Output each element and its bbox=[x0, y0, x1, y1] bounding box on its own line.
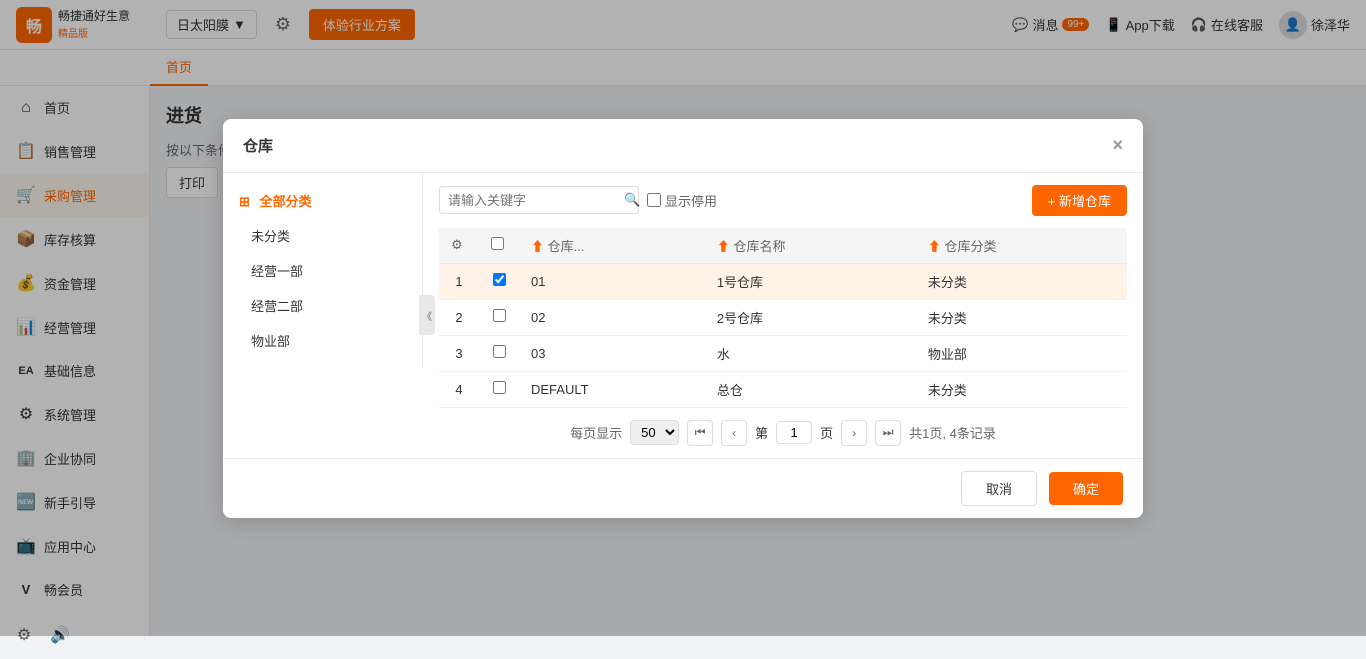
row-num: 2 bbox=[439, 299, 479, 335]
category-panel: ⊞ 全部分类 未分类 经营一部 经营二部 物业部 bbox=[223, 173, 423, 368]
row-name: 总仓 bbox=[705, 371, 916, 407]
row-checkbox[interactable] bbox=[493, 381, 506, 394]
pagination: 每页显示 50 ⏮ ‹ 第 页 › ⏭ 共1页, 4条记录 bbox=[439, 420, 1127, 446]
row-name: 1号仓库 bbox=[705, 263, 916, 299]
warehouse-modal: 仓库 × ⊞ 全部分类 未分类 经营一部 bbox=[223, 119, 1143, 518]
page-unit: 页 bbox=[820, 423, 833, 442]
category-all-header[interactable]: ⊞ 全部分类 bbox=[223, 183, 422, 218]
cancel-button[interactable]: 取消 bbox=[961, 471, 1037, 506]
th-gear: ⚙ bbox=[439, 228, 479, 264]
th-category-label: 仓库分类 bbox=[945, 239, 997, 254]
first-page-btn[interactable]: ⏮ bbox=[687, 420, 713, 446]
grid-icon: ⊞ bbox=[239, 194, 250, 209]
next-page-btn[interactable]: › bbox=[841, 420, 867, 446]
modal-header: 仓库 × bbox=[223, 119, 1143, 173]
modal-footer: 取消 确定 bbox=[223, 458, 1143, 518]
search-box: 🔍 显示停用 bbox=[439, 186, 717, 214]
row-code: 02 bbox=[519, 299, 705, 335]
select-all-checkbox[interactable] bbox=[491, 237, 504, 250]
row-checkbox[interactable] bbox=[493, 309, 506, 322]
collapse-button[interactable]: 《 bbox=[419, 295, 435, 335]
row-num: 3 bbox=[439, 335, 479, 371]
th-name-label: 仓库名称 bbox=[733, 239, 785, 254]
table-header-row: ⚙ ⬆ 仓库... ⬆ bbox=[439, 228, 1127, 264]
category-item-3-label: 物业部 bbox=[251, 334, 290, 349]
search-input-wrap: 🔍 bbox=[439, 186, 639, 214]
page-label-text: 第 bbox=[755, 423, 768, 442]
category-item-1[interactable]: 经营一部 bbox=[223, 253, 422, 288]
modal-body: ⊞ 全部分类 未分类 经营一部 经营二部 物业部 bbox=[223, 173, 1143, 458]
row-num: 4 bbox=[439, 371, 479, 407]
modal-overlay: 仓库 × ⊞ 全部分类 未分类 经营一部 bbox=[0, 0, 1366, 636]
th-code-label: 仓库... bbox=[548, 239, 585, 254]
sort-icon-cat: ⬆ bbox=[928, 239, 941, 254]
row-checkbox[interactable] bbox=[493, 273, 506, 286]
table-row[interactable]: 4 DEFAULT 总仓 未分类 bbox=[439, 371, 1127, 407]
page-number-input[interactable] bbox=[776, 421, 812, 444]
row-category: 物业部 bbox=[916, 335, 1127, 371]
table-row[interactable]: 3 03 水 物业部 bbox=[439, 335, 1127, 371]
row-category: 未分类 bbox=[916, 299, 1127, 335]
modal-close-button[interactable]: × bbox=[1112, 135, 1123, 156]
per-page-label: 每页显示 bbox=[570, 423, 622, 442]
category-item-2[interactable]: 经营二部 bbox=[223, 288, 422, 323]
row-name: 2号仓库 bbox=[705, 299, 916, 335]
th-checkbox bbox=[479, 228, 519, 264]
category-item-0-label: 未分类 bbox=[251, 229, 290, 244]
row-category: 未分类 bbox=[916, 371, 1127, 407]
th-code: ⬆ 仓库... bbox=[519, 228, 705, 264]
row-checkbox-cell bbox=[479, 299, 519, 335]
table-row[interactable]: 1 01 1号仓库 未分类 bbox=[439, 263, 1127, 299]
row-category: 未分类 bbox=[916, 263, 1127, 299]
show-disabled-text: 显示停用 bbox=[665, 191, 717, 210]
confirm-button[interactable]: 确定 bbox=[1049, 472, 1123, 505]
category-item-2-label: 经营二部 bbox=[251, 299, 303, 314]
sort-icon-name: ⬆ bbox=[717, 239, 730, 254]
row-code: DEFAULT bbox=[519, 371, 705, 407]
row-checkbox-cell bbox=[479, 263, 519, 299]
table-head: ⚙ ⬆ 仓库... ⬆ bbox=[439, 228, 1127, 264]
warehouse-table: ⚙ ⬆ 仓库... ⬆ bbox=[439, 228, 1127, 408]
row-code: 03 bbox=[519, 335, 705, 371]
modal-title: 仓库 bbox=[243, 135, 273, 156]
category-item-1-label: 经营一部 bbox=[251, 264, 303, 279]
row-code: 01 bbox=[519, 263, 705, 299]
row-checkbox-cell bbox=[479, 371, 519, 407]
th-name: ⬆ 仓库名称 bbox=[705, 228, 916, 264]
category-panel-wrapper: ⊞ 全部分类 未分类 经营一部 经营二部 物业部 bbox=[223, 173, 423, 458]
sort-icon: ⬆ bbox=[531, 239, 544, 254]
gear-icon: ⚙ bbox=[451, 237, 463, 252]
last-page-btn[interactable]: ⏭ bbox=[875, 420, 901, 446]
row-name: 水 bbox=[705, 335, 916, 371]
per-page-select[interactable]: 50 bbox=[630, 420, 679, 445]
search-icon[interactable]: 🔍 bbox=[624, 192, 640, 208]
table-scroll: ⚙ ⬆ 仓库... ⬆ bbox=[439, 228, 1127, 408]
category-item-0[interactable]: 未分类 bbox=[223, 218, 422, 253]
show-disabled-checkbox[interactable] bbox=[647, 193, 661, 207]
prev-page-btn[interactable]: ‹ bbox=[721, 420, 747, 446]
table-body: 1 01 1号仓库 未分类 2 02 2号仓库 未分类 3 03 水 物业部 4… bbox=[439, 263, 1127, 407]
th-category: ⬆ 仓库分类 bbox=[916, 228, 1127, 264]
row-checkbox-cell bbox=[479, 335, 519, 371]
row-checkbox[interactable] bbox=[493, 345, 506, 358]
add-warehouse-button[interactable]: + 新增仓库 bbox=[1032, 185, 1127, 216]
category-all-label: 全部分类 bbox=[260, 194, 312, 209]
table-row[interactable]: 2 02 2号仓库 未分类 bbox=[439, 299, 1127, 335]
row-num: 1 bbox=[439, 263, 479, 299]
show-disabled-label[interactable]: 显示停用 bbox=[647, 191, 717, 210]
table-panel: 🔍 显示停用 + 新增仓库 bbox=[423, 173, 1143, 458]
search-input[interactable] bbox=[448, 193, 624, 208]
category-item-3[interactable]: 物业部 bbox=[223, 323, 422, 358]
page-total: 共1页, 4条记录 bbox=[909, 423, 996, 442]
table-toolbar: 🔍 显示停用 + 新增仓库 bbox=[439, 185, 1127, 216]
